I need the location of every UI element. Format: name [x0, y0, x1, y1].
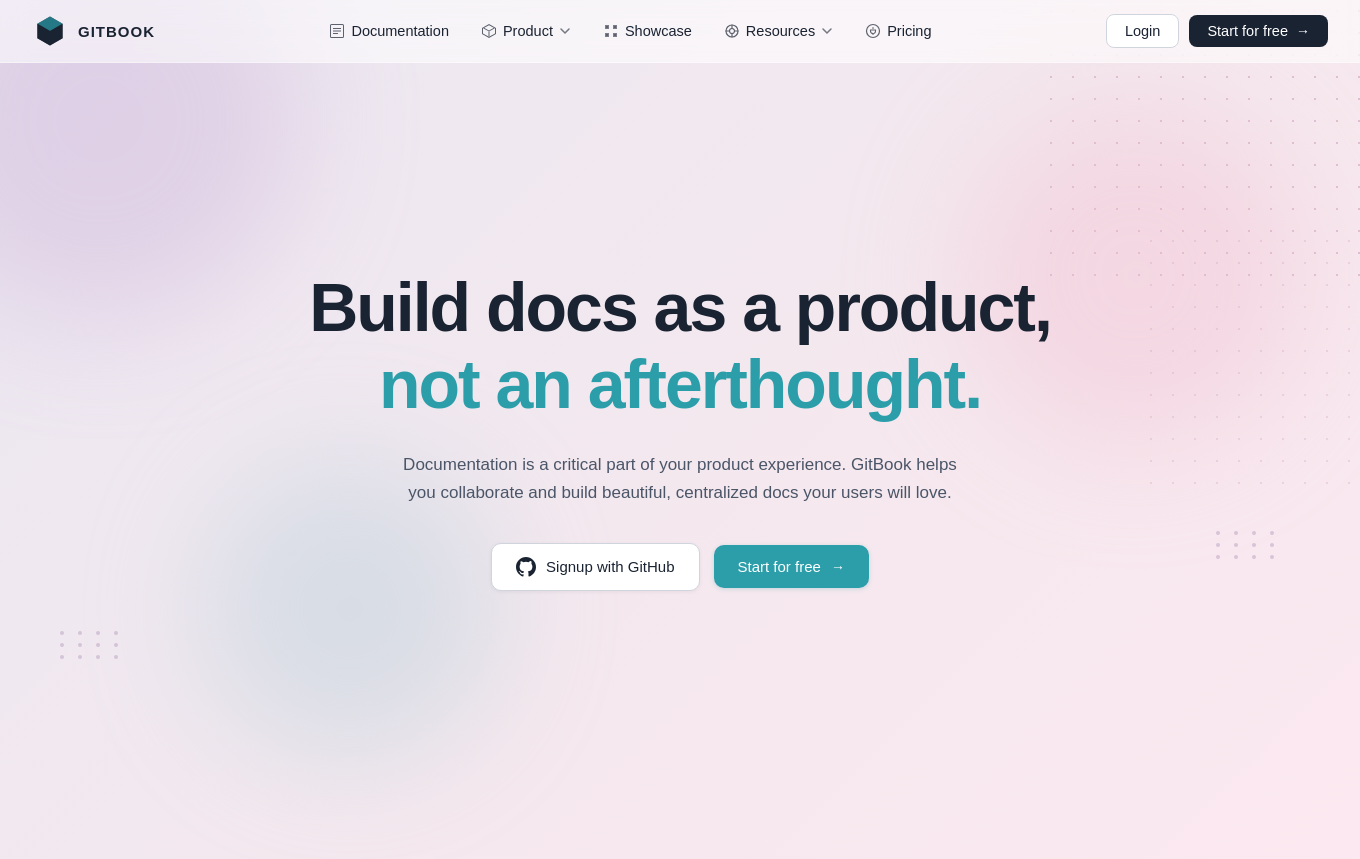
resources-icon	[724, 23, 740, 39]
hero-headline-line1: Build docs as a product,	[309, 269, 1051, 345]
nav-label-resources: Resources	[746, 23, 815, 39]
product-icon	[481, 23, 497, 39]
dot-decoration-right	[1216, 531, 1280, 559]
nav-item-resources[interactable]: Resources	[710, 15, 847, 47]
nav-actions: Login Start for free →	[1106, 14, 1328, 48]
nav-label-documentation: Documentation	[351, 23, 449, 39]
nav-item-product[interactable]: Product	[467, 15, 585, 47]
nav-item-documentation[interactable]: Documentation	[315, 15, 463, 47]
logo[interactable]: GITBOOK	[32, 13, 155, 49]
navbar: GITBOOK Documentation Product	[0, 0, 1360, 63]
start-free-label-nav: Start for free	[1207, 23, 1288, 39]
login-button[interactable]: Login	[1106, 14, 1179, 48]
hero-headline: Build docs as a product, not an aftertho…	[309, 271, 1051, 423]
dot-decoration-left	[60, 631, 124, 659]
arrow-right-icon: →	[1296, 23, 1310, 39]
nav-label-pricing: Pricing	[887, 23, 931, 39]
chevron-down-icon-2	[821, 25, 833, 37]
hero-cta-group: Signup with GitHub Start for free →	[309, 543, 1051, 591]
showcase-icon	[603, 23, 619, 39]
signup-github-button[interactable]: Signup with GitHub	[491, 543, 699, 591]
hero-content: Build docs as a product, not an aftertho…	[309, 271, 1051, 591]
hero-section: Build docs as a product, not an aftertho…	[0, 0, 1360, 859]
svg-point-1	[729, 29, 734, 34]
book-icon	[329, 23, 345, 39]
nav-label-showcase: Showcase	[625, 23, 692, 39]
hero-subtext: Documentation is a critical part of your…	[400, 451, 960, 507]
nav-links: Documentation Product Showcase	[155, 15, 1106, 47]
github-icon	[516, 557, 536, 577]
pricing-icon	[865, 23, 881, 39]
github-button-label: Signup with GitHub	[546, 558, 674, 575]
nav-item-showcase[interactable]: Showcase	[589, 15, 706, 47]
svg-point-2	[867, 25, 880, 38]
start-free-button-nav[interactable]: Start for free →	[1189, 15, 1328, 47]
logo-text: GITBOOK	[78, 23, 155, 40]
arrow-right-icon-hero: →	[831, 559, 845, 575]
hero-headline-line2: not an afterthought.	[309, 345, 1051, 423]
start-free-button-hero[interactable]: Start for free →	[714, 545, 869, 588]
chevron-down-icon	[559, 25, 571, 37]
nav-item-pricing[interactable]: Pricing	[851, 15, 945, 47]
start-free-label-hero: Start for free	[738, 558, 821, 575]
logo-icon	[32, 13, 68, 49]
nav-label-product: Product	[503, 23, 553, 39]
